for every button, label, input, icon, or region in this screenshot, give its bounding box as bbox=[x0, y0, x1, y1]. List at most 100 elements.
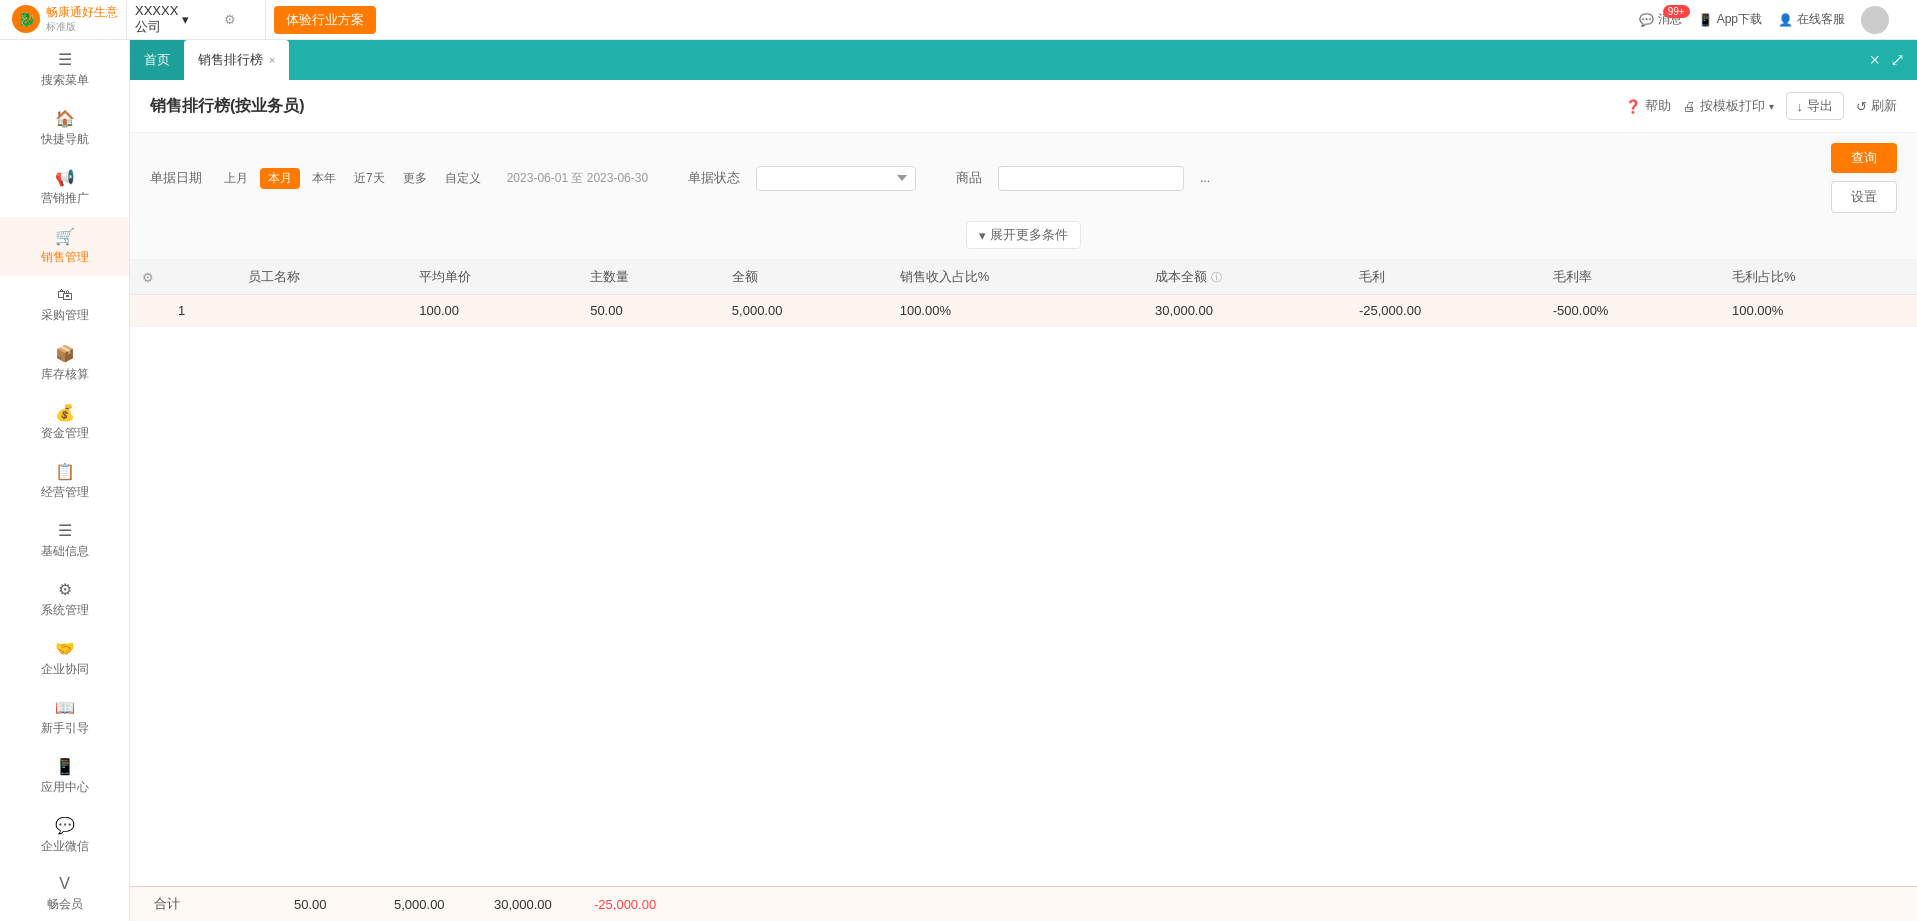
cell-qty: 50.00 bbox=[578, 295, 720, 327]
export-label: 导出 bbox=[1807, 97, 1833, 115]
sidebar-item-inventory[interactable]: 📦 库存核算 bbox=[0, 334, 129, 393]
message-btn[interactable]: 💬 消息 99+ bbox=[1639, 11, 1682, 28]
sidebar-icon-operations: 📋 bbox=[55, 462, 75, 481]
print-btn[interactable]: 🖨 按模板打印 ▾ bbox=[1683, 97, 1774, 115]
sidebar-item-finance[interactable]: 💰 资金管理 bbox=[0, 393, 129, 452]
sidebar-item-sales[interactable]: 🛒销售管理 bbox=[0, 217, 129, 276]
export-btn[interactable]: ↓ 导出 bbox=[1786, 92, 1845, 120]
print-icon: 🖨 bbox=[1683, 99, 1696, 114]
company-dropdown-icon: ▾ bbox=[182, 12, 215, 27]
refresh-label: 刷新 bbox=[1871, 97, 1897, 115]
app-label: App下载 bbox=[1717, 11, 1762, 28]
page-title: 销售排行榜(按业务员) bbox=[150, 96, 1625, 117]
cell-sales-pct: 100.00% bbox=[888, 295, 1143, 327]
sidebar-label-shortcuts: 快捷导航 bbox=[41, 131, 89, 148]
goods-input[interactable] bbox=[998, 166, 1184, 191]
industry-btn[interactable]: 体验行业方案 bbox=[274, 6, 376, 34]
table-footer: 合计 50.00 5,000.00 30,000.00 -25,000.00 bbox=[130, 886, 1917, 921]
sidebar-label-guide: 新手引导 bbox=[41, 720, 89, 737]
date-filter-label: 单据日期 bbox=[150, 169, 202, 187]
cell-rank: 1 bbox=[166, 295, 236, 327]
more-options-btn[interactable]: ... bbox=[1200, 171, 1210, 185]
query-btn[interactable]: 查询 bbox=[1831, 143, 1897, 173]
company-selector[interactable]: XXXXX公司 ▾ ⚙ bbox=[126, 0, 266, 41]
sidebar-item-operations[interactable]: 📋经营管理 bbox=[0, 452, 129, 511]
sidebar-item-basic[interactable]: ☰基础信息 bbox=[0, 511, 129, 570]
date-opt-custom[interactable]: 自定义 bbox=[439, 168, 487, 189]
sidebar-label-collab: 企业协同 bbox=[41, 661, 89, 678]
avatar[interactable] bbox=[1861, 6, 1889, 34]
app-sub: 标准版 bbox=[46, 20, 118, 34]
sidebar-icon-member: V bbox=[59, 875, 70, 893]
sidebar-item-marketing[interactable]: 📢营销推广 bbox=[0, 158, 129, 217]
sidebar-item-shortcuts[interactable]: 🏠快捷导航 bbox=[0, 99, 129, 158]
help-btn[interactable]: ❓ 帮助 bbox=[1625, 97, 1671, 115]
filter-settings-btn[interactable]: 设置 bbox=[1831, 181, 1897, 213]
sidebar-item-wechat[interactable]: 💬企业微信 bbox=[0, 806, 129, 865]
data-table-wrapper: ⚙ 员工名称 平均单价 主数量 全额 销售收入占比% 成本全额 ⓘ 毛利 毛利率 bbox=[130, 260, 1917, 886]
refresh-btn[interactable]: ↺ 刷新 bbox=[1856, 97, 1897, 115]
sidebar-item-collab[interactable]: 🤝 企业协同 bbox=[0, 629, 129, 688]
date-opt-prev-month[interactable]: 上月 bbox=[218, 168, 254, 189]
sidebar-label-wechat: 企业微信 bbox=[41, 838, 89, 855]
cell-amount: 5,000.00 bbox=[720, 295, 888, 327]
date-opt-year[interactable]: 本年 bbox=[306, 168, 342, 189]
col-qty: 主数量 bbox=[578, 260, 720, 295]
sidebar-icon-system: ⚙ bbox=[58, 580, 72, 599]
sidebar-item-search[interactable]: ☰搜索菜单 bbox=[0, 40, 129, 99]
sidebar-label-system: 系统管理 bbox=[41, 602, 89, 619]
sidebar-icon-sales: 🛒 bbox=[55, 227, 75, 246]
sidebar-label-apps: 应用中心 bbox=[41, 779, 89, 796]
tab-sales-ranking[interactable]: 销售排行榜 × bbox=[184, 40, 289, 80]
expand-filter-btn[interactable]: ▾ 展开更多条件 bbox=[966, 221, 1081, 249]
sidebar-label-marketing: 营销推广 bbox=[41, 190, 89, 207]
sidebar-label-finance: 资金管理 bbox=[41, 425, 89, 442]
date-opt-7days[interactable]: 近7天 bbox=[348, 168, 391, 189]
col-avg-price: 平均单价 bbox=[407, 260, 578, 295]
col-rank bbox=[166, 260, 236, 295]
tab-close-window-icon[interactable]: × bbox=[1869, 50, 1880, 71]
sidebar-icon-basic: ☰ bbox=[58, 521, 72, 540]
cell-profit-pct: 100.00% bbox=[1720, 295, 1917, 327]
sidebar-icon-inventory: 📦 bbox=[55, 344, 75, 363]
sidebar-item-guide[interactable]: 📖新手引导 bbox=[0, 688, 129, 747]
sidebar-icon-collab: 🤝 bbox=[55, 639, 75, 658]
settings-icon[interactable]: ⚙ bbox=[224, 12, 257, 27]
sidebar-item-purchase[interactable]: 🛍采购管理 bbox=[0, 276, 129, 334]
help-icon: ❓ bbox=[1625, 99, 1641, 114]
message-icon: 💬 bbox=[1639, 13, 1654, 27]
cell-name bbox=[236, 295, 407, 327]
sidebar-icon-finance: 💰 bbox=[55, 403, 75, 422]
status-select[interactable] bbox=[756, 166, 916, 191]
sidebar-icon-search: ☰ bbox=[58, 50, 72, 69]
sidebar-label-purchase: 采购管理 bbox=[41, 307, 89, 324]
footer-amount: 5,000.00 bbox=[382, 897, 482, 912]
col-settings[interactable]: ⚙ bbox=[130, 260, 166, 295]
sidebar-item-member[interactable]: V畅会员 bbox=[0, 865, 129, 921]
tab-maximize-icon[interactable]: ⤢ bbox=[1890, 49, 1905, 71]
tab-home[interactable]: 首页 bbox=[130, 40, 184, 80]
sidebar-label-inventory: 库存核算 bbox=[41, 366, 89, 383]
online-service-btn[interactable]: 👤 在线客服 bbox=[1778, 11, 1845, 28]
date-opt-more[interactable]: 更多 bbox=[397, 168, 433, 189]
status-filter-label: 单据状态 bbox=[688, 169, 740, 187]
tab-close-icon[interactable]: × bbox=[269, 54, 275, 66]
sidebar-item-system[interactable]: ⚙ 系统管理 bbox=[0, 570, 129, 629]
goods-filter-label: 商品 bbox=[956, 169, 982, 187]
sidebar-item-apps[interactable]: 📱应用中心 bbox=[0, 747, 129, 806]
date-opt-current-month[interactable]: 本月 bbox=[260, 168, 300, 189]
print-dropdown-icon: ▾ bbox=[1769, 101, 1774, 112]
expand-icon: ▾ bbox=[979, 228, 986, 243]
col-name: 员工名称 bbox=[236, 260, 407, 295]
export-icon: ↓ bbox=[1797, 99, 1804, 114]
col-profit-pct: 毛利占比% bbox=[1720, 260, 1917, 295]
col-profit-rate: 毛利率 bbox=[1541, 260, 1720, 295]
cell-cost: 30,000.00 bbox=[1143, 295, 1347, 327]
service-label: 在线客服 bbox=[1797, 11, 1845, 28]
col-cost: 成本全额 ⓘ bbox=[1143, 260, 1347, 295]
cell-profit: -25,000.00 bbox=[1347, 295, 1541, 327]
app-download-btn[interactable]: 📱 App下载 bbox=[1698, 11, 1762, 28]
cell-avg-price: 100.00 bbox=[407, 295, 578, 327]
cell-settings bbox=[130, 295, 166, 327]
footer-qty: 50.00 bbox=[282, 897, 382, 912]
